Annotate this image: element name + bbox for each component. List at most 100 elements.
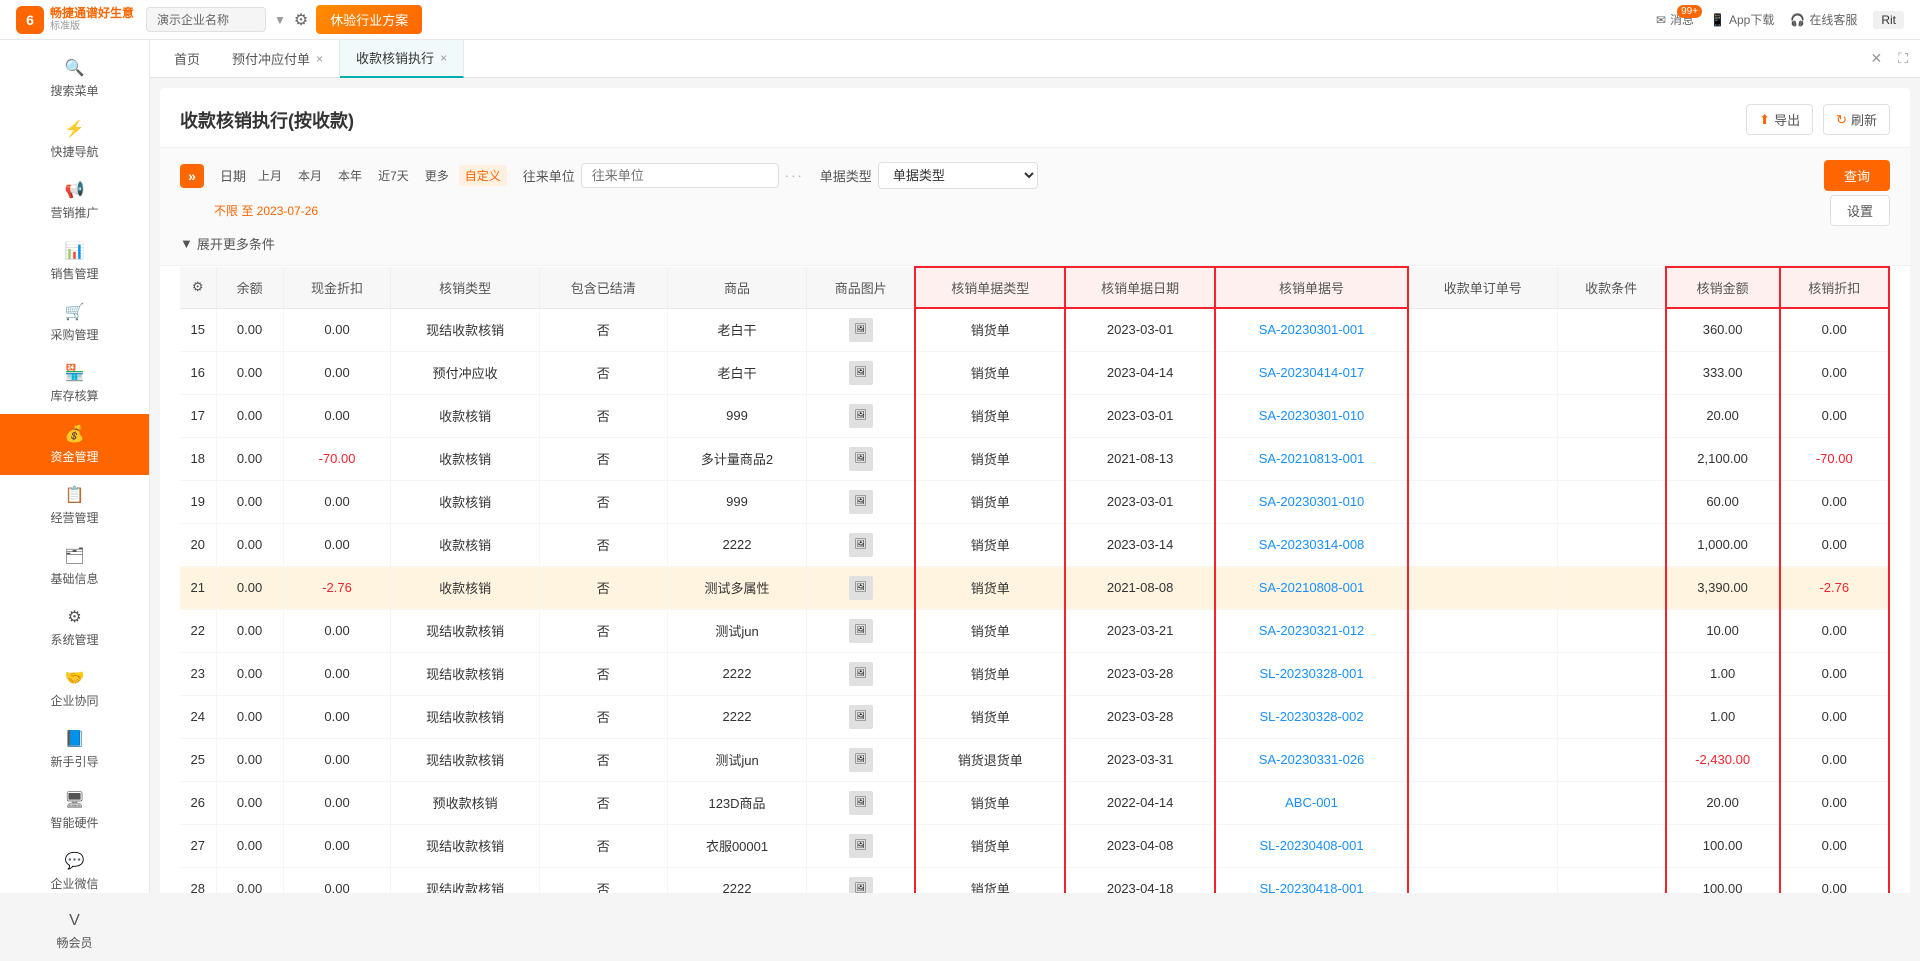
main-table: ⚙ 余额 现金折扣 核销类型 包含已结清 商品 商品图片 核销单据类型 核销单据… [180,266,1890,893]
sidebar-item-operations[interactable]: 📋 经营管理 [0,475,149,536]
bill-no-link[interactable]: SL-20230418-001 [1259,881,1363,893]
collapse-filter-button[interactable]: » [180,164,204,188]
row-id: 25 [180,738,216,781]
tab-close-writeoff-icon[interactable]: × [440,51,447,65]
row-bill-no[interactable]: SA-20230331-026 [1215,738,1408,781]
expand-more-conditions[interactable]: ▼ 展开更多条件 [180,234,1890,253]
bill-type-select[interactable]: 单据类型 [878,162,1038,189]
date-more[interactable]: 更多 [419,165,455,186]
purchase-icon: 🛒 [65,302,85,322]
row-bill-no[interactable]: SA-20230321-012 [1215,609,1408,652]
date-this-month[interactable]: 本月 [292,165,328,186]
bill-no-link[interactable]: SA-20230301-010 [1259,494,1365,509]
row-balance: 0.00 [216,609,283,652]
chevron-down-icon[interactable]: ▼ [274,13,286,27]
bill-no-link[interactable]: SA-20230321-012 [1259,623,1365,638]
row-bill-no[interactable]: SA-20230314-008 [1215,523,1408,566]
bill-no-link[interactable]: SA-20230301-001 [1259,322,1365,337]
tab-home[interactable]: 首页 [158,40,216,78]
row-bill-no[interactable]: SL-20230418-001 [1215,867,1408,893]
sidebar-item-member[interactable]: V 畅会员 [0,902,149,961]
sidebar-item-system[interactable]: ⚙ 系统管理 [0,597,149,658]
row-cash-discount: 0.00 [283,738,391,781]
row-bill-no[interactable]: SL-20230328-002 [1215,695,1408,738]
goods-img-cell: 🖼 [807,394,916,437]
export-button[interactable]: ⬆ 导出 [1746,104,1813,135]
table-row: 17 0.00 0.00 收款核销 否 999 🖼 销货单 2023-03-01… [180,394,1889,437]
sidebar-item-basic-info[interactable]: 🗂 基础信息 [0,536,149,597]
col-cash-discount: 现金折扣 [283,267,391,308]
row-bill-no[interactable]: SL-20230408-001 [1215,824,1408,867]
row-bill-no[interactable]: SA-20230301-010 [1215,394,1408,437]
sidebar-item-purchase[interactable]: 🛒 采购管理 [0,292,149,353]
row-bill-no[interactable]: ABC-001 [1215,781,1408,824]
date-filter-label: 日期 [220,166,246,185]
bill-no-link[interactable]: ABC-001 [1285,795,1338,810]
row-writeoff-type: 预付冲应收 [391,351,539,394]
bill-no-link[interactable]: SA-20230414-017 [1259,365,1365,380]
bill-no-link[interactable]: SA-20230331-026 [1259,752,1365,767]
row-bill-no[interactable]: SA-20210813-001 [1215,437,1408,480]
row-discount: 0.00 [1780,738,1889,781]
from-unit-dots[interactable]: ··· [785,168,804,183]
bill-no-link[interactable]: SA-20210813-001 [1259,451,1365,466]
row-discount: -70.00 [1780,437,1889,480]
guide-icon: 📘 [65,729,85,749]
logo-icon: 6 [16,6,44,34]
col-discount: 核销折扣 [1780,267,1889,308]
row-bill-no[interactable]: SA-20230301-001 [1215,308,1408,351]
row-goods: 老白干 [667,351,806,394]
tab-expand-icon[interactable]: ⛶ [1894,46,1912,71]
sidebar-item-hardware[interactable]: 🖥 智能硬件 [0,780,149,841]
online-service-button[interactable]: 🎧 在线客服 [1790,11,1857,28]
bill-no-link[interactable]: SA-20210808-001 [1259,580,1365,595]
query-button[interactable]: 查询 [1824,160,1890,191]
tab-prepay[interactable]: 预付冲应付单 × [216,40,340,78]
sidebar-item-finance[interactable]: 💰 资金管理 [0,414,149,475]
bill-no-link[interactable]: SA-20230301-010 [1259,408,1365,423]
date-last-month[interactable]: 上月 [252,165,288,186]
date-custom[interactable]: 自定义 [459,165,507,186]
sidebar-item-marketing[interactable]: 📢 营销推广 [0,170,149,231]
row-bill-no[interactable]: SA-20230301-010 [1215,480,1408,523]
refresh-button[interactable]: ↻ 刷新 [1823,104,1890,135]
tab-close-prepay-icon[interactable]: × [316,52,323,66]
industry-button[interactable]: 休验行业方案 [316,5,422,34]
message-button[interactable]: ✉ 消息 99+ [1656,11,1694,28]
sidebar-item-sales[interactable]: 📊 销售管理 [0,231,149,292]
row-bill-no[interactable]: SA-20230414-017 [1215,351,1408,394]
row-bill-no[interactable]: SL-20230328-001 [1215,652,1408,695]
row-goods: 测试jun [667,609,806,652]
row-goods: 测试jun [667,738,806,781]
tab-writeoff[interactable]: 收款核销执行 × [340,40,464,78]
company-name-input[interactable]: 演示企业名称 [146,7,266,32]
settings-button[interactable]: 设置 [1830,195,1890,226]
row-amount: 20.00 [1666,781,1780,824]
table-row: 22 0.00 0.00 现结收款核销 否 测试jun 🖼 销货单 2023-0… [180,609,1889,652]
from-unit-input[interactable] [581,163,779,188]
sidebar-item-cooperation[interactable]: 🤝 企业协同 [0,658,149,719]
tab-close-all-icon[interactable]: ✕ [1866,46,1886,71]
row-bill-no[interactable]: SA-20210808-001 [1215,566,1408,609]
bill-no-link[interactable]: SL-20230408-001 [1259,838,1363,853]
bill-no-link[interactable]: SL-20230328-002 [1259,709,1363,724]
row-amount: 333.00 [1666,351,1780,394]
app-download-button[interactable]: 📱 App下载 [1710,11,1774,28]
row-bill-date: 2023-03-28 [1065,652,1215,695]
row-writeoff-type: 现结收款核销 [391,609,539,652]
sidebar-item-search[interactable]: 🔍 搜索菜单 [0,48,149,109]
row-included: 否 [539,308,667,351]
settings-icon[interactable]: ⚙ [294,10,308,30]
row-id: 20 [180,523,216,566]
row-condition [1557,609,1666,652]
row-cash-discount: 0.00 [283,652,391,695]
bill-no-link[interactable]: SL-20230328-001 [1259,666,1363,681]
row-bill-type: 销货退货单 [915,738,1065,781]
sidebar-item-quick-nav[interactable]: ⚡ 快捷导航 [0,109,149,170]
date-7days[interactable]: 近7天 [372,165,415,186]
col-gear[interactable]: ⚙ [180,267,216,308]
sidebar-item-guide[interactable]: 📘 新手引导 [0,719,149,780]
bill-no-link[interactable]: SA-20230314-008 [1259,537,1365,552]
sidebar-item-inventory[interactable]: 🏪 库存核算 [0,353,149,414]
date-this-year[interactable]: 本年 [332,165,368,186]
